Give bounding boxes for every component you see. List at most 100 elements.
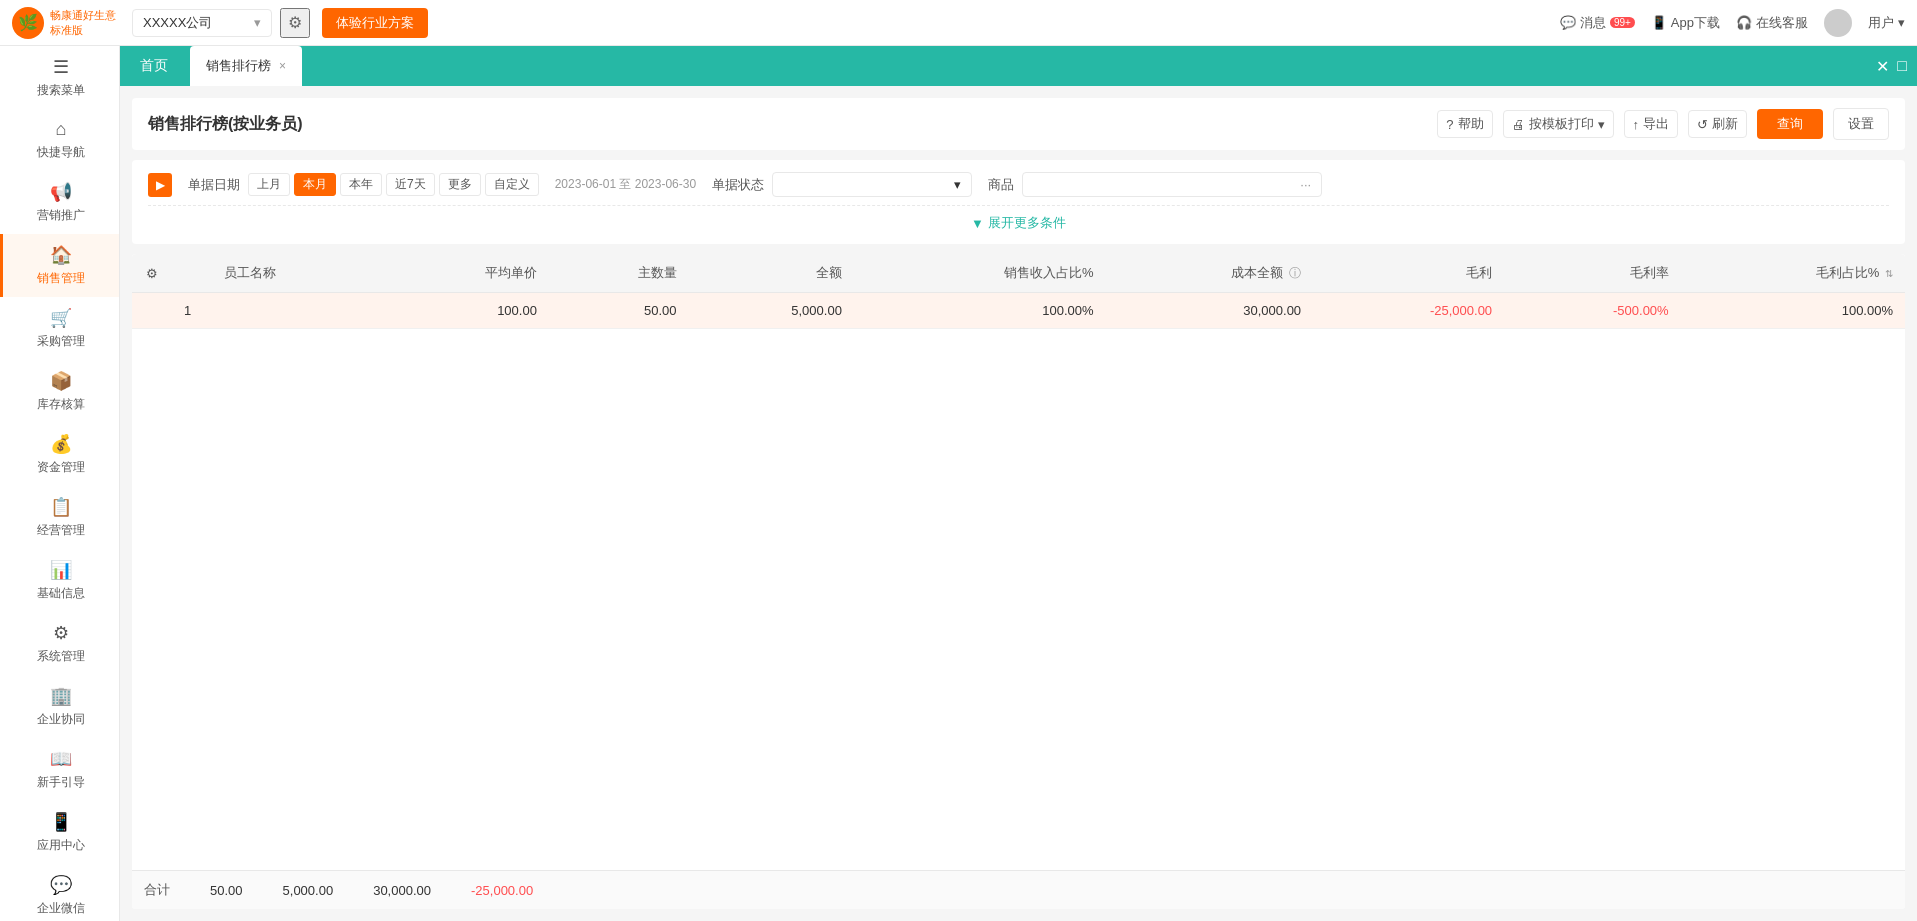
date-tab-more[interactable]: 更多 [439,173,481,196]
footer-quantity: 50.00 [210,881,243,899]
avatar[interactable] [1824,9,1852,37]
footer-amount: 5,000.00 [283,881,334,899]
goods-input[interactable]: ··· [1022,172,1322,197]
logo-text: 畅康通好生意 标准版 [50,8,116,37]
sidebar-item-system[interactable]: ⚙ 系统管理 [0,612,119,675]
cost-info-icon[interactable]: ⓘ [1289,266,1301,280]
sidebar-item-sales[interactable]: 🏠 销售管理 [0,234,119,297]
refresh-button[interactable]: ↺ 刷新 [1688,110,1747,138]
table-wrapper[interactable]: ⚙ 员工名称 平均单价 主数量 [132,254,1905,870]
table-header-row: ⚙ 员工名称 平均单价 主数量 [132,254,1905,293]
message-badge: 99+ [1610,17,1635,28]
box-icon: 📦 [50,370,72,392]
table-container: ⚙ 员工名称 平均单价 主数量 [132,254,1905,909]
sidebar-item-finance[interactable]: 💰 资金管理 [0,423,119,486]
column-settings-icon[interactable]: ⚙ [146,266,158,281]
chart-icon: 📊 [50,559,72,581]
company-name: XXXXX公司 [143,14,248,32]
footer-gross: -25,000.00 [471,881,533,899]
sidebar-item-wechat[interactable]: 💬 企业微信 [0,864,119,921]
sidebar-item-enterprise[interactable]: 🏢 企业协同 [0,675,119,738]
main-layout: ☰ 搜索菜单 ⌂ 快捷导航 📢 营销推广 🏠 销售管理 🛒 采购管理 📦 库存核… [0,46,1917,921]
help-button[interactable]: ? 帮助 [1437,110,1492,138]
expand-row: ▼ 展开更多条件 [148,205,1889,232]
sidebar-item-label: 资金管理 [37,459,85,476]
app-download-button[interactable]: 📱 App下载 [1651,14,1720,32]
company-settings-button[interactable]: ⚙ [280,8,310,38]
chevron-down-icon: ▾ [1598,117,1605,132]
phone-icon: 📱 [50,811,72,833]
filter-row-1: ▶ 单据日期 上月 本月 本年 近7天 更多 自定义 [148,172,1889,197]
col-settings[interactable]: ⚙ [132,254,172,293]
cart-icon: 🛒 [50,307,72,329]
sidebar-item-search-order[interactable]: ☰ 搜索菜单 [0,46,119,109]
col-sales-pct: 销售收入占比% [854,254,1106,293]
sidebar-item-label: 基础信息 [37,585,85,602]
cell-avg-price: 100.00 [380,293,548,329]
book-icon: 📖 [50,748,72,770]
sidebar: ☰ 搜索菜单 ⌂ 快捷导航 📢 营销推广 🏠 销售管理 🛒 采购管理 📦 库存核… [0,46,120,921]
goods-label: 商品 [988,176,1014,194]
sidebar-item-label: 应用中心 [37,837,85,854]
date-tab-custom[interactable]: 自定义 [485,173,539,196]
money-icon: 💰 [50,433,72,455]
filter-toggle-button[interactable]: ▶ [148,173,172,197]
page-header: 销售排行榜(按业务员) ? 帮助 🖨 按模板打印 ▾ ↑ 导出 [132,98,1905,150]
date-tab-this-month[interactable]: 本月 [294,173,336,196]
chevron-down-icon: ▾ [1898,15,1905,30]
date-tab-last-7-days[interactable]: 近7天 [386,173,435,196]
export-button[interactable]: ↑ 导出 [1624,110,1679,138]
help-icon: ? [1446,117,1453,132]
tab-home[interactable]: 首页 [120,46,188,86]
maximize-icon[interactable]: □ [1897,57,1907,75]
status-select[interactable]: ▾ [772,172,972,197]
sidebar-item-inventory[interactable]: 📦 库存核算 [0,360,119,423]
date-tabs: 上月 本月 本年 近7天 更多 自定义 [248,173,539,196]
table-row: 1 100.00 50.00 5,000.00 100.00% 30,000.0… [132,293,1905,329]
cell-gross-pct: 100.00% [1681,293,1905,329]
tab-sales-ranking[interactable]: 销售排行榜 × [190,46,302,86]
sidebar-item-label: 库存核算 [37,396,85,413]
page-settings-button[interactable]: 设置 [1833,108,1889,140]
date-tab-last-month[interactable]: 上月 [248,173,290,196]
expand-down-icon: ▼ [971,216,984,231]
expand-button[interactable]: ▼ 展开更多条件 [971,214,1066,232]
sidebar-item-marketing[interactable]: 📢 营销推广 [0,171,119,234]
more-options-icon[interactable]: ··· [1300,177,1311,192]
date-filter-group: 单据日期 上月 本月 本年 近7天 更多 自定义 [188,173,539,196]
sidebar-item-operations[interactable]: 📋 经营管理 [0,486,119,549]
sidebar-item-guide[interactable]: 📖 新手引导 [0,738,119,801]
status-filter-group: 单据状态 ▾ [712,172,972,197]
sidebar-item-app-center[interactable]: 📱 应用中心 [0,801,119,864]
sidebar-item-label: 企业协同 [37,711,85,728]
top-bar-right: 💬 消息 99+ 📱 App下载 🎧 在线客服 用户 ▾ [1560,9,1905,37]
sidebar-item-label: 快捷导航 [37,144,85,161]
date-range: 2023-06-01 至 2023-06-30 [555,176,696,193]
message-button[interactable]: 💬 消息 99+ [1560,14,1635,32]
query-button[interactable]: 查询 [1757,109,1823,139]
col-avg-price: 平均单价 [380,254,548,293]
user-name[interactable]: 用户 ▾ [1868,14,1905,32]
sort-icon[interactable]: ⇅ [1885,268,1893,279]
message-icon: 💬 [1560,15,1576,30]
template-print-button[interactable]: 🖨 按模板打印 ▾ [1503,110,1614,138]
sidebar-item-quick-nav[interactable]: ⌂ 快捷导航 [0,109,119,171]
sidebar-item-label: 新手引导 [37,774,85,791]
date-tab-this-year[interactable]: 本年 [340,173,382,196]
close-window-icon[interactable]: ✕ [1876,57,1889,76]
wechat-icon: 💬 [50,874,72,896]
col-rank [172,254,212,293]
download-icon: 📱 [1651,15,1667,30]
cell-rank: 1 [172,293,212,329]
trial-button[interactable]: 体验行业方案 [322,8,428,38]
company-selector[interactable]: XXXXX公司 ▾ [132,9,272,37]
cell-gross: -25,000.00 [1313,293,1504,329]
sidebar-item-purchase[interactable]: 🛒 采购管理 [0,297,119,360]
arrow-right-icon: ▶ [156,178,165,192]
sidebar-item-basic-info[interactable]: 📊 基础信息 [0,549,119,612]
sidebar-item-label: 采购管理 [37,333,85,350]
sidebar-item-label: 销售管理 [37,270,85,287]
col-gross-rate: 毛利率 [1504,254,1681,293]
tab-close-button[interactable]: × [279,59,286,73]
online-service-button[interactable]: 🎧 在线客服 [1736,14,1808,32]
